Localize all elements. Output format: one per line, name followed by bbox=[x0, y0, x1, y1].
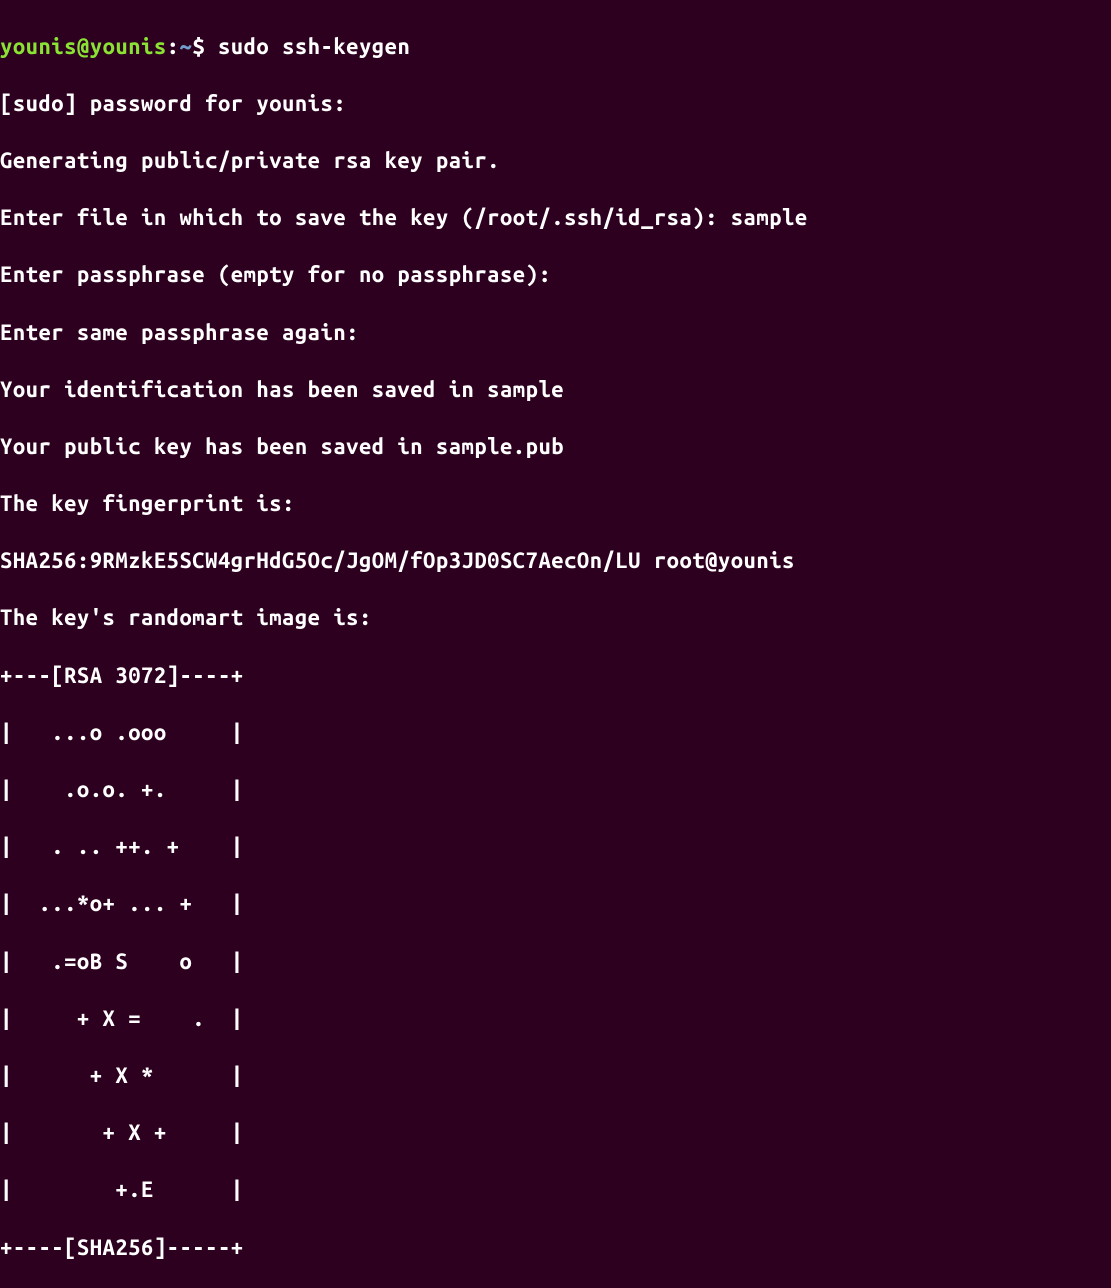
output-line: The key's randomart image is: bbox=[0, 604, 1111, 633]
prompt-host: younis bbox=[90, 34, 167, 59]
output-line: Enter file in which to save the key (/ro… bbox=[0, 204, 1111, 233]
randomart-line: | + X = . | bbox=[0, 1005, 1111, 1034]
command-text: sudo ssh-keygen bbox=[218, 34, 410, 59]
randomart-line: +----[SHA256]-----+ bbox=[0, 1234, 1111, 1263]
output-line: Your identification has been saved in sa… bbox=[0, 376, 1111, 405]
randomart-line: | .o.o. +. | bbox=[0, 776, 1111, 805]
prompt-at: @ bbox=[77, 34, 90, 59]
prompt-line-1: younis@younis:~$ sudo ssh-keygen bbox=[0, 33, 1111, 62]
output-line: Enter passphrase (empty for no passphras… bbox=[0, 261, 1111, 290]
output-line: Your public key has been saved in sample… bbox=[0, 433, 1111, 462]
prompt-colon: : bbox=[167, 34, 180, 59]
terminal-window[interactable]: younis@younis:~$ sudo ssh-keygen [sudo] … bbox=[0, 4, 1111, 1288]
randomart-line: | + X * | bbox=[0, 1062, 1111, 1091]
output-line: Generating public/private rsa key pair. bbox=[0, 147, 1111, 176]
randomart-line: +---[RSA 3072]----+ bbox=[0, 662, 1111, 691]
randomart-line: | . .. ++. + | bbox=[0, 833, 1111, 862]
prompt-dollar: $ bbox=[192, 34, 218, 59]
output-line: SHA256:9RMzkE5SCW4grHdG5Oc/JgOM/fOp3JD0S… bbox=[0, 547, 1111, 576]
randomart-line: | + X + | bbox=[0, 1119, 1111, 1148]
randomart-line: | +.E | bbox=[0, 1176, 1111, 1205]
randomart-line: | ...o .ooo | bbox=[0, 719, 1111, 748]
prompt-user: younis bbox=[0, 34, 77, 59]
output-line: Enter same passphrase again: bbox=[0, 319, 1111, 348]
output-line: The key fingerprint is: bbox=[0, 490, 1111, 519]
randomart-line: | ...*o+ ... + | bbox=[0, 890, 1111, 919]
output-line: [sudo] password for younis: bbox=[0, 90, 1111, 119]
prompt-path: ~ bbox=[180, 34, 193, 59]
randomart-line: | .=oB S o | bbox=[0, 948, 1111, 977]
